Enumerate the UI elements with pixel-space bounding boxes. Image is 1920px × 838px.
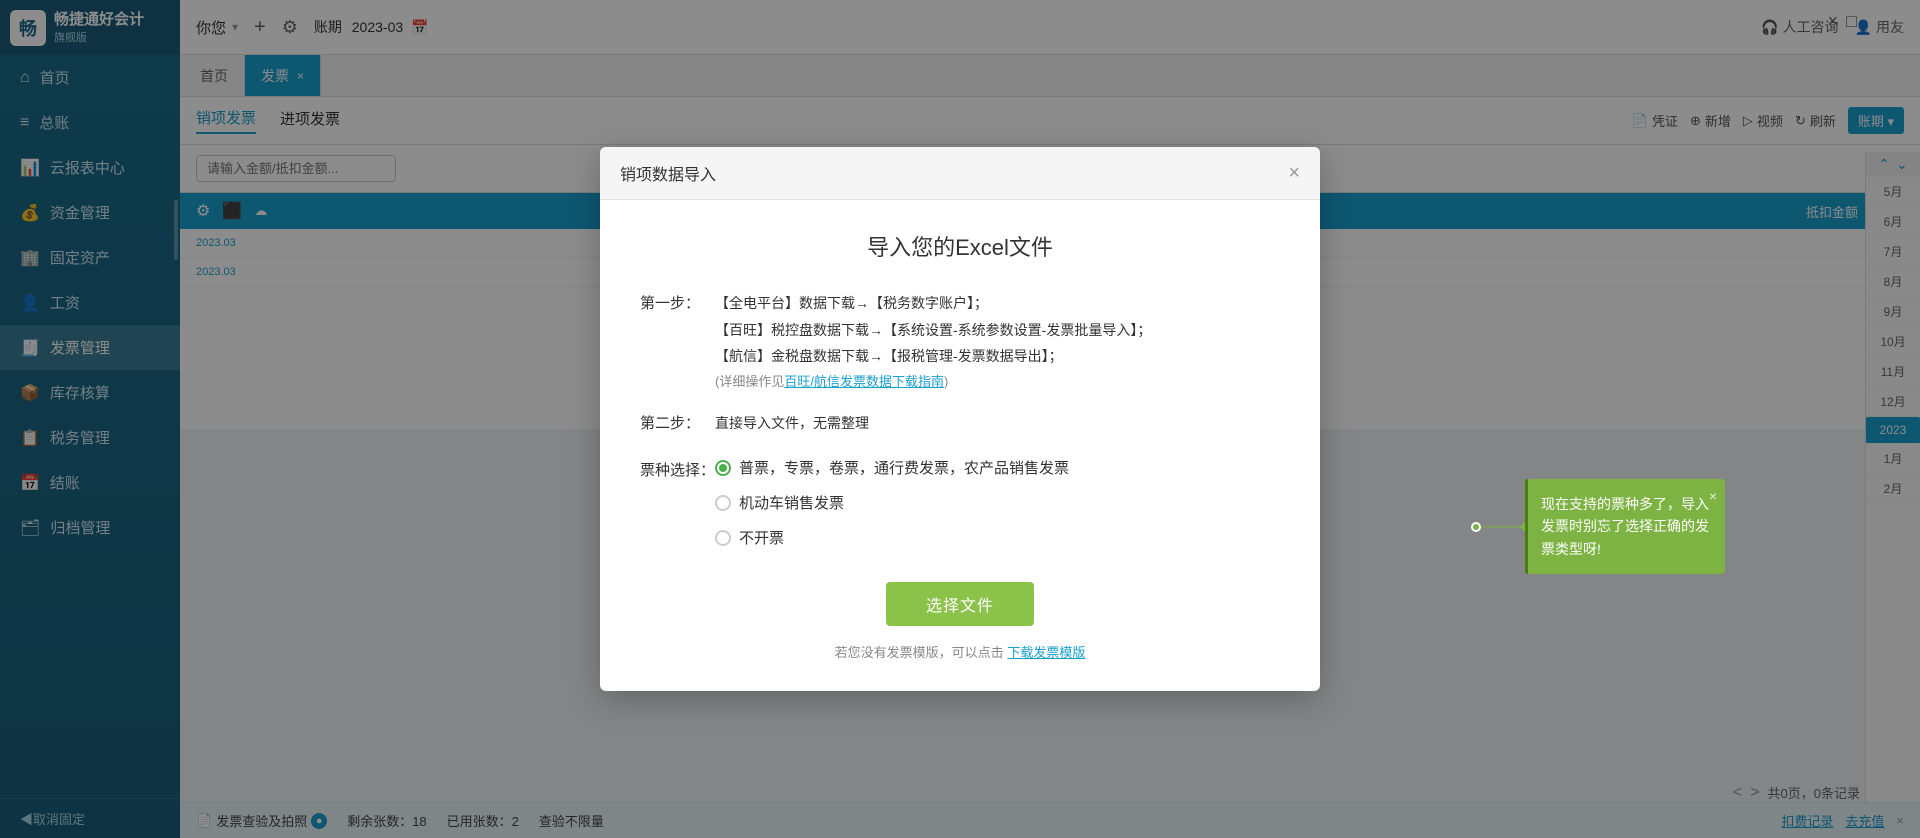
step2-label: 第二步： — [640, 410, 715, 437]
radio-motor-btn[interactable] — [715, 495, 731, 511]
radio-none-btn[interactable] — [715, 530, 731, 546]
ticket-label: 票种选择： — [640, 457, 715, 480]
step1-content: 【全电平台】数据下载→【税务数字账户】； 【百旺】税控盘数据下载→【系统设置-系… — [715, 290, 1151, 394]
modal-main-title: 导入您的Excel文件 — [640, 230, 1280, 262]
radio-normal-btn[interactable] — [715, 460, 731, 476]
step1-line-2: 【百旺】税控盘数据下载→【系统设置-系统参数设置-发票批量导入】； — [715, 317, 1151, 344]
radio-group: 普票，专票，卷票，通行费发票，农产品销售发票 机动车销售发票 不开票 — [715, 457, 1069, 562]
modal-body: 导入您的Excel文件 第一步： 【全电平台】数据下载→【税务数字账户】； 【百… — [600, 200, 1320, 691]
step1-line-3: 【航信】金税盘数据下载→【报税管理-发票数据导出】； — [715, 343, 1151, 370]
modal-footer: 若您没有发票模版，可以点击 下载发票模版 — [640, 642, 1280, 661]
step1-row: 第一步： 【全电平台】数据下载→【税务数字账户】； 【百旺】税控盘数据下载→【系… — [640, 290, 1280, 394]
step1-label: 第一步： — [640, 290, 715, 394]
radio-none-label: 不开票 — [739, 527, 784, 548]
radio-normal-label: 普票，专票，卷票，通行费发票，农产品销售发票 — [739, 457, 1069, 478]
select-file-container: 选择文件 — [640, 582, 1280, 626]
step1-link-paren: (详细操作见百旺/航信发票数据下载指南) — [715, 370, 1151, 395]
tooltip-popup: × 现在支持的票种多了，导入发票时别忘了选择正确的发票类型呀! — [1525, 479, 1725, 574]
step2-row: 第二步： 直接导入文件，无需整理 — [640, 410, 1280, 437]
tooltip-bar — [1525, 479, 1528, 574]
radio-normal[interactable]: 普票，专票，卷票，通行费发票，农产品销售发票 — [715, 457, 1069, 478]
ticket-select-row: 票种选择： 普票，专票，卷票，通行费发票，农产品销售发票 机动车销售发票 — [640, 457, 1280, 562]
modal-dialog: 销项数据导入 × 导入您的Excel文件 第一步： 【全电平台】数据下载→【税务… — [600, 147, 1320, 691]
tooltip-text: 现在支持的票种多了，导入发票时别忘了选择正确的发票类型呀! — [1541, 496, 1709, 557]
tooltip-line — [1475, 526, 1521, 527]
radio-motor-label: 机动车销售发票 — [739, 492, 844, 513]
download-template-link[interactable]: 下载发票模版 — [1007, 645, 1085, 660]
step2-content: 直接导入文件，无需整理 — [715, 410, 869, 437]
modal-header: 销项数据导入 × — [600, 147, 1320, 200]
tooltip-dot — [1471, 522, 1481, 532]
radio-none[interactable]: 不开票 — [715, 527, 1069, 548]
modal-overlay[interactable]: 销项数据导入 × 导入您的Excel文件 第一步： 【全电平台】数据下载→【税务… — [0, 0, 1920, 838]
radio-dot — [719, 464, 727, 472]
step1-guide-link[interactable]: 百旺/航信发票数据下载指南 — [784, 374, 944, 389]
step1-line-1: 【全电平台】数据下载→【税务数字账户】； — [715, 290, 1151, 317]
modal-title: 销项数据导入 — [620, 161, 716, 185]
select-file-button[interactable]: 选择文件 — [886, 582, 1034, 626]
tooltip-close-button[interactable]: × — [1709, 485, 1717, 507]
radio-motor[interactable]: 机动车销售发票 — [715, 492, 1069, 513]
modal-close-button[interactable]: × — [1288, 163, 1300, 183]
